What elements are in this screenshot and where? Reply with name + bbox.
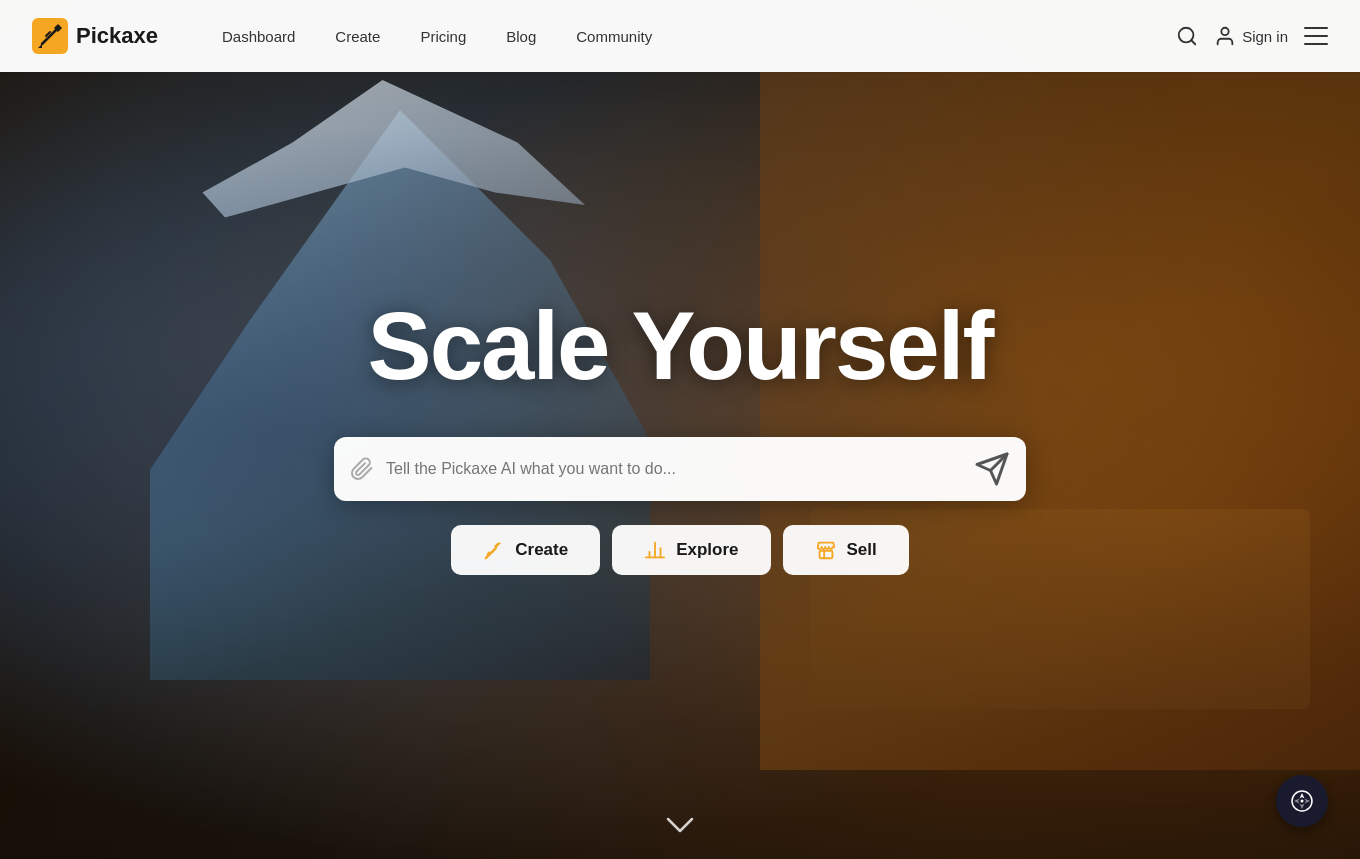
search-icon[interactable]	[1176, 25, 1198, 47]
sell-button[interactable]: Sell	[783, 525, 909, 575]
sell-label: Sell	[847, 540, 877, 560]
nav-create[interactable]: Create	[319, 20, 396, 53]
svg-line-4	[1191, 40, 1195, 44]
send-icon[interactable]	[974, 451, 1010, 487]
navbar: Pickaxe Dashboard Create Pricing Blog Co…	[0, 0, 1360, 72]
chevron-down-icon	[666, 817, 694, 833]
pickaxe-btn-icon	[483, 539, 505, 561]
nav-community[interactable]: Community	[560, 20, 668, 53]
logo-text: Pickaxe	[76, 23, 158, 49]
hamburger-menu[interactable]	[1304, 27, 1328, 45]
sign-in-button[interactable]: Sign in	[1214, 25, 1288, 47]
nav-dashboard[interactable]: Dashboard	[206, 20, 311, 53]
explore-label: Explore	[676, 540, 738, 560]
floating-action-button[interactable]	[1276, 775, 1328, 827]
hero-title: Scale Yourself	[368, 296, 993, 397]
svg-marker-16	[1300, 804, 1305, 810]
nav-pricing[interactable]: Pricing	[404, 20, 482, 53]
storefront-btn-icon	[815, 539, 837, 561]
user-icon	[1214, 25, 1236, 47]
attach-icon	[350, 457, 374, 481]
explore-button[interactable]: Explore	[612, 525, 770, 575]
search-input[interactable]	[386, 460, 962, 478]
create-button[interactable]: Create	[451, 525, 600, 575]
logo[interactable]: Pickaxe	[32, 18, 158, 54]
action-buttons: Create Explore Sell	[451, 525, 909, 575]
chart-btn-icon	[644, 539, 666, 561]
compass-icon	[1290, 789, 1314, 813]
hero-content: Scale Yourself Create	[0, 72, 1360, 859]
search-bar[interactable]	[334, 437, 1026, 501]
svg-point-5	[1221, 28, 1228, 35]
svg-marker-18	[1305, 799, 1311, 804]
nav-right: Sign in	[1176, 25, 1328, 47]
create-label: Create	[515, 540, 568, 560]
svg-point-19	[1301, 800, 1304, 803]
menu-bar-2	[1304, 35, 1328, 37]
svg-rect-12	[819, 551, 832, 558]
nav-blog[interactable]: Blog	[490, 20, 552, 53]
svg-marker-17	[1294, 799, 1300, 804]
menu-bar-1	[1304, 27, 1328, 29]
sign-in-label: Sign in	[1242, 28, 1288, 45]
nav-links: Dashboard Create Pricing Blog Community	[206, 20, 1176, 53]
scroll-down-button[interactable]	[666, 811, 694, 839]
logo-icon	[32, 18, 68, 54]
menu-bar-3	[1304, 43, 1328, 45]
svg-marker-15	[1300, 793, 1305, 799]
